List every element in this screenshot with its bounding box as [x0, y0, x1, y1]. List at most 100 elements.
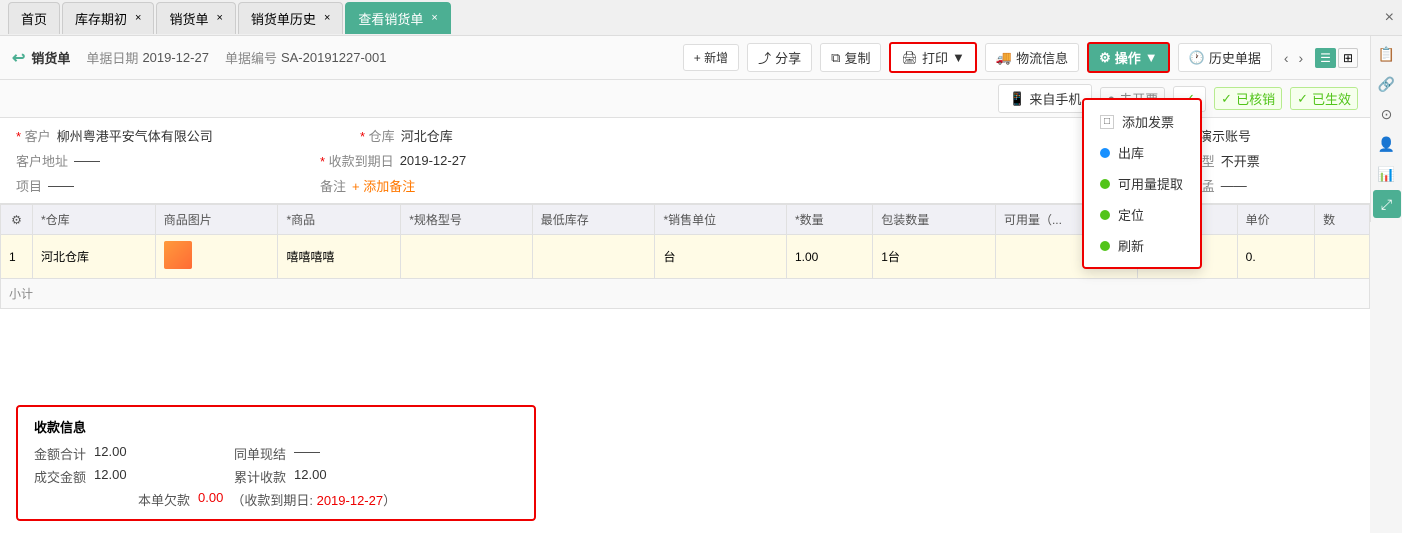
next-button[interactable]: › [1295, 48, 1308, 68]
tab-home-label: 首页 [21, 9, 47, 28]
note-label: 备注 [320, 176, 346, 195]
refresh-icon [1100, 241, 1110, 251]
dropdown-quantity-extract[interactable]: 可用量提取 [1084, 168, 1200, 199]
from-mobile-button[interactable]: 📱 来自手机 [998, 84, 1092, 113]
due-date-value: 2019-12-27 [400, 153, 467, 168]
dropdown-refresh[interactable]: 刷新 [1084, 230, 1200, 261]
print-dropdown-icon: ▼ [952, 50, 965, 65]
tab-sales[interactable]: 销货单 × [156, 2, 235, 34]
arrears-label: 本单欠款 [138, 490, 190, 509]
address-label: 客户地址 [16, 151, 68, 170]
sidebar-icon-expand[interactable]: ⤢ [1373, 190, 1401, 218]
mobile-icon: 📱 [1009, 91, 1025, 107]
doc-title-label: 销货单 [31, 48, 70, 67]
project-field: 项目 —— [16, 176, 216, 195]
sidebar-icon-circle[interactable]: ⊙ [1373, 100, 1401, 128]
share-icon: ⤴ [758, 48, 771, 67]
doc-no-field: 单据编号 SA-20191227-001 [225, 48, 387, 67]
sold-icon: ✓ [1221, 91, 1232, 107]
effective-icon: ✓ [1297, 91, 1308, 107]
cumulative-value: 12.00 [294, 467, 327, 486]
sidebar-icon-chart[interactable]: 📊 [1373, 160, 1401, 188]
doc-date-value: 2019-12-27 [142, 50, 209, 65]
customer-field: 客户 柳州粤港平安气体有限公司 [16, 126, 216, 145]
total-value: 12.00 [94, 444, 127, 463]
salesperson-value: —— [1221, 178, 1247, 193]
sold-button[interactable]: ✓ 已核销 [1214, 87, 1282, 110]
outbound-icon [1100, 148, 1110, 158]
toolbar: + 新增 ⤴ 分享 ⧉ 复制 🖨 打印 ▼ 🚚 物流信息 [683, 42, 1358, 73]
project-value: —— [48, 178, 74, 193]
payment-info-title: 收款信息 [34, 417, 518, 436]
col-min-stock: 最低库存 [532, 205, 655, 235]
add-invoice-icon: □ [1100, 115, 1114, 129]
cell-pack-qty: 1台 [873, 235, 996, 279]
logistics-button[interactable]: 🚚 物流信息 [985, 43, 1079, 72]
cell-spec [401, 235, 533, 279]
refresh-label: 刷新 [1118, 236, 1144, 255]
arrears-field: 本单欠款 0.00 （收款到期日: 2019-12-27） [138, 490, 396, 509]
tab-history[interactable]: 销货单历史 × [238, 2, 343, 34]
dropdown-add-invoice[interactable]: □ 添加发票 [1084, 106, 1200, 137]
copy-icon: ⧉ [831, 50, 840, 66]
add-invoice-label: 添加发票 [1122, 112, 1174, 131]
cell-amount [1315, 235, 1370, 279]
tab-inventory-label: 库存期初 [75, 9, 127, 28]
locate-label: 定位 [1118, 205, 1144, 224]
info-row-3: 本单欠款 0.00 （收款到期日: 2019-12-27） [34, 490, 518, 509]
tab-view-sales[interactable]: 查看销货单 × [345, 2, 450, 34]
right-sidebar: 📋 🔗 ⊙ 👤 📊 ⤢ [1370, 36, 1402, 222]
sidebar-icon-link[interactable]: 🔗 [1373, 70, 1401, 98]
cell-qty: 1.00 [787, 235, 873, 279]
sidebar-icon-doc[interactable]: 📋 [1373, 40, 1401, 68]
tab-history-close[interactable]: × [324, 12, 330, 24]
print-button[interactable]: 🖨 打印 ▼ [889, 42, 976, 73]
dropdown-outbound[interactable]: 出库 [1084, 137, 1200, 168]
warehouse-label: 仓库 [360, 126, 395, 145]
same-order-value: —— [294, 444, 320, 463]
col-settings[interactable]: ⚙ [1, 205, 33, 235]
col-sales-unit: *销售单位 [655, 205, 787, 235]
cell-img [155, 235, 278, 279]
col-unit-price: 单价 [1237, 205, 1314, 235]
add-note-button[interactable]: + 添加备注 [352, 176, 415, 195]
prev-button[interactable]: ‹ [1280, 48, 1293, 68]
customer-value: 柳州粤港平安气体有限公司 [57, 126, 213, 145]
view-icons: ☰ ⊞ [1315, 48, 1358, 68]
product-image [164, 241, 192, 269]
doc-meta: 单据日期 2019-12-27 单据编号 SA-20191227-001 [86, 48, 386, 67]
tab-home[interactable]: 首页 [8, 2, 60, 34]
effective-button[interactable]: ✓ 已生效 [1290, 87, 1358, 110]
operation-button[interactable]: ⚙ 操作 ▼ [1087, 42, 1170, 73]
due-date-label: 收款到期日 [320, 151, 394, 170]
cell-product: 嘻嘻嘻嘻 [278, 235, 401, 279]
bottom-area: 收款信息 金额合计 12.00 同单现结 —— [0, 393, 1370, 533]
quantity-extract-label: 可用量提取 [1118, 174, 1183, 193]
grid-view-button[interactable]: ⊞ [1338, 48, 1358, 68]
info-rows: 金额合计 12.00 同单现结 —— 成交金额 12.00 [34, 444, 518, 509]
list-view-button[interactable]: ☰ [1315, 48, 1336, 68]
share-button[interactable]: ⤴ 分享 [747, 43, 812, 72]
col-pack-qty: 包装数量 [873, 205, 996, 235]
new-button[interactable]: + 新增 [683, 44, 739, 71]
tab-bar: 首页 库存期初 × 销货单 × 销货单历史 × 查看销货单 × × [0, 0, 1402, 36]
cumulative-field: 累计收款 12.00 [234, 467, 394, 486]
dropdown-locate[interactable]: 定位 [1084, 199, 1200, 230]
nav-arrows: ‹ › [1280, 48, 1307, 68]
due-date-field: 收款到期日 2019-12-27 [320, 151, 520, 170]
tab-inventory-close[interactable]: × [135, 12, 141, 24]
staff-value: 演示账号 [1199, 126, 1251, 145]
due-label: 收款到期日 [244, 493, 309, 508]
tab-inventory[interactable]: 库存期初 × [62, 2, 154, 34]
history-button[interactable]: 🕐 历史单据 [1178, 43, 1272, 72]
tab-sales-close[interactable]: × [216, 12, 222, 24]
info-row-1: 金额合计 12.00 同单现结 —— [34, 444, 518, 463]
payment-info-panel: 收款信息 金额合计 12.00 同单现结 —— [16, 405, 536, 521]
copy-button[interactable]: ⧉ 复制 [820, 43, 881, 72]
col-spec: *规格型号 [401, 205, 533, 235]
close-window-button[interactable]: × [1385, 9, 1394, 27]
sidebar-icon-user[interactable]: 👤 [1373, 130, 1401, 158]
tab-view-sales-close[interactable]: × [431, 12, 437, 24]
doc-date-field: 单据日期 2019-12-27 [86, 48, 209, 67]
transaction-value: 12.00 [94, 467, 127, 486]
